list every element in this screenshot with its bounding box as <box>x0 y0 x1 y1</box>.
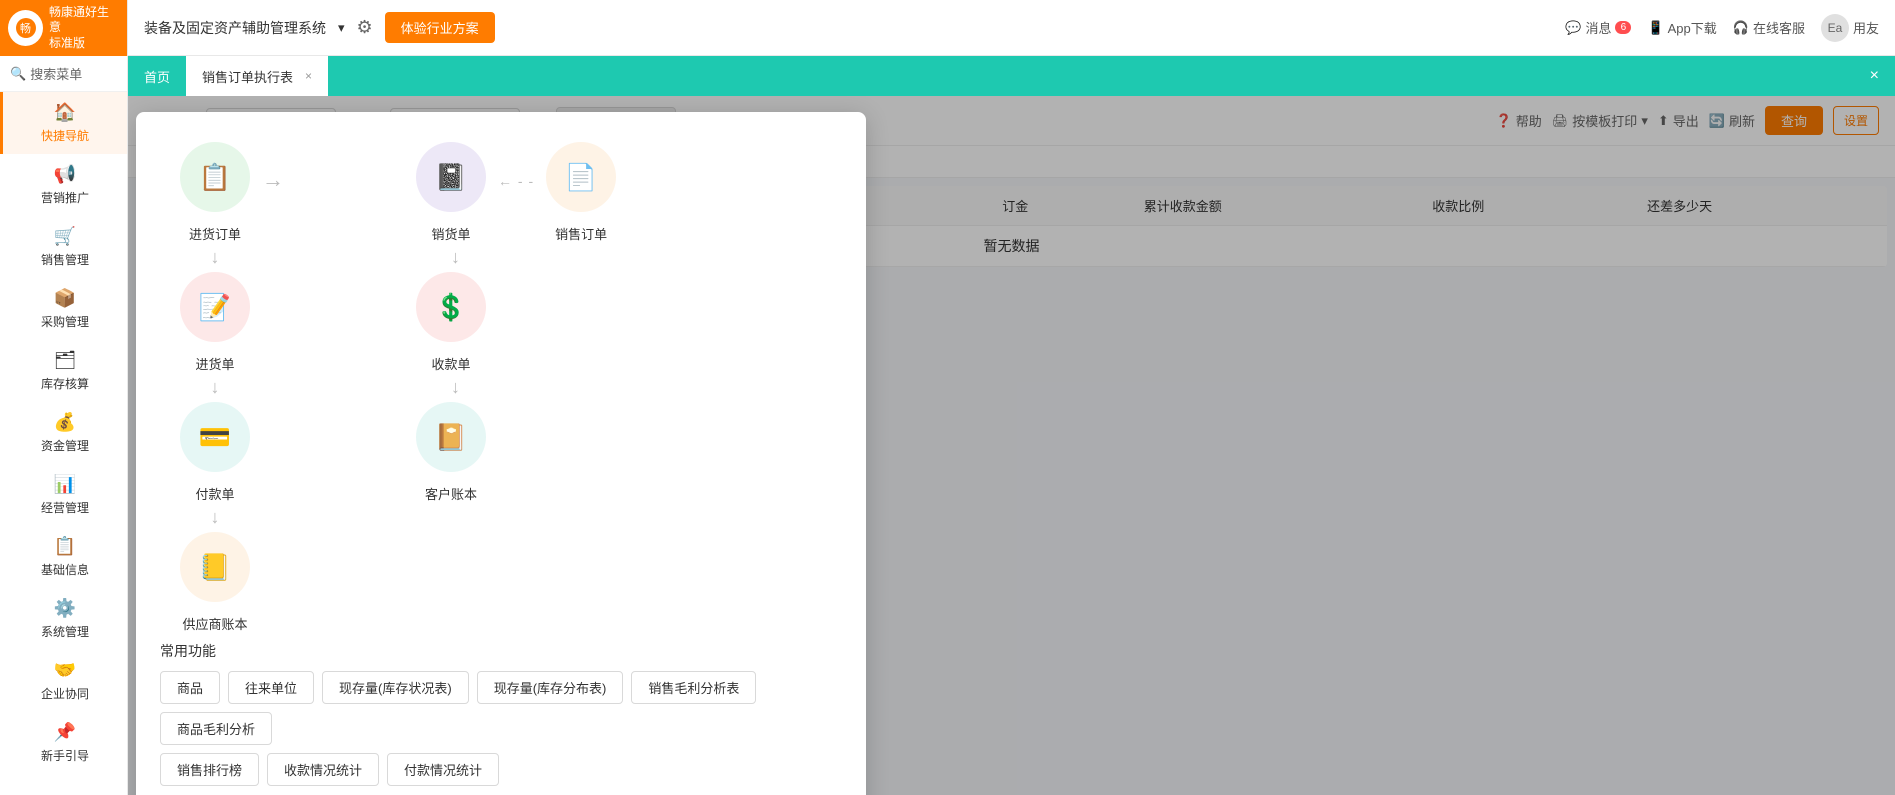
sidebar-item-system[interactable]: ⚙️ 系统管理 <box>0 588 127 650</box>
sidebar-item-cooperation[interactable]: 🤝 企业协同 <box>0 650 127 712</box>
sidebar-search[interactable]: 🔍 搜索菜单 <box>0 56 127 92</box>
flow-node-customer-ledger[interactable]: 📔 客户账本 <box>416 402 486 503</box>
sidebar-item-purchase[interactable]: 📦 采购管理 <box>0 278 127 340</box>
common-functions: 常用功能 商品 往来单位 现存量(库存状况表) 现存量(库存分布表) 销售毛利分… <box>160 641 842 786</box>
sidebar-item-quick-nav[interactable]: 🏠 快捷导航 <box>0 92 127 154</box>
topbar: 装备及固定资产辅助管理系统 ▾ ⚙ 体验行业方案 💬 消息 6 📱 App下载 … <box>128 0 1895 56</box>
tabs-bar: 首页 销售订单执行表 × × <box>128 56 1895 96</box>
tab-close-icon[interactable]: × <box>305 69 312 83</box>
purchase-icon: 📦 <box>54 288 76 309</box>
guide-icon: 📌 <box>54 722 76 743</box>
func-btn-stock-dist[interactable]: 现存量(库存分布表) <box>477 671 624 704</box>
flow-node-purchase-order[interactable]: 📋 进货订单 <box>180 142 250 243</box>
receipt-bill-icon: 💲 <box>416 272 486 342</box>
message-icon: 💬 <box>1565 20 1581 36</box>
sidebar-item-guide[interactable]: 📌 新手引导 <box>0 712 127 774</box>
system-dropdown[interactable]: ▾ <box>338 20 345 36</box>
arrow-down-5: ↓ <box>451 373 460 402</box>
dash-arrow-left: ← - - <box>498 173 534 213</box>
chevron-down-icon: ▾ <box>338 20 345 36</box>
main-content: 装备及固定资产辅助管理系统 ▾ ⚙ 体验行业方案 💬 消息 6 📱 App下载 … <box>128 0 1895 795</box>
flow-node-purchase-bill[interactable]: 📝 进货单 <box>180 272 250 373</box>
system-icon: ⚙️ <box>54 598 76 619</box>
sidebar-logo: 畅 畅康通好生意 标准版 <box>0 0 127 56</box>
sidebar-item-inventory[interactable]: 🗂 库存核算 <box>0 340 127 402</box>
popup-dialog: 📋 进货订单 ↓ 📝 进货单 ↓ <box>136 112 866 795</box>
gear-icon[interactable]: ⚙ <box>357 17 373 38</box>
func-btn-sales-rank[interactable]: 销售排行榜 <box>160 753 259 786</box>
operations-icon: 📊 <box>54 474 76 495</box>
search-icon: 🔍 <box>10 66 26 82</box>
arrow-down-3: ↓ <box>211 503 220 532</box>
basic-info-icon: 📋 <box>54 536 76 557</box>
payment-bill-icon: 💳 <box>180 402 250 472</box>
func-btn-sales-profit[interactable]: 销售毛利分析表 <box>631 671 756 704</box>
sidebar-item-finance[interactable]: 💰 资金管理 <box>0 402 127 464</box>
marketing-icon: 📢 <box>54 164 76 185</box>
purchase-bill-icon: 📝 <box>180 272 250 342</box>
func-btns-row1: 商品 往来单位 现存量(库存状况表) 现存量(库存分布表) 销售毛利分析表 商品… <box>160 671 842 745</box>
tab-home[interactable]: 首页 <box>128 56 186 96</box>
app-download-btn[interactable]: 📱 App下载 <box>1647 18 1716 37</box>
sidebar-item-marketing[interactable]: 📢 营销推广 <box>0 154 127 216</box>
arrow-right-1: → <box>262 142 284 193</box>
experience-btn[interactable]: 体验行业方案 <box>385 12 495 43</box>
message-badge: 6 <box>1615 21 1631 34</box>
func-btn-payment-stats[interactable]: 付款情况统计 <box>387 753 499 786</box>
online-service-btn[interactable]: 🎧 在线客服 <box>1733 18 1805 37</box>
tab-sales-order[interactable]: 销售订单执行表 × <box>186 56 328 96</box>
cooperation-icon: 🤝 <box>54 660 76 681</box>
func-btn-product[interactable]: 商品 <box>160 671 220 704</box>
sidebar-item-operations[interactable]: 📊 经营管理 <box>0 464 127 526</box>
customer-ledger-icon: 📔 <box>416 402 486 472</box>
service-icon: 🎧 <box>1733 20 1749 36</box>
topbar-right: 💬 消息 6 📱 App下载 🎧 在线客服 Ea 用友 <box>1565 14 1879 42</box>
func-btn-product-profit[interactable]: 商品毛利分析 <box>160 712 272 745</box>
logo-icon: 畅 <box>8 10 43 46</box>
func-btns-row2: 销售排行榜 收款情况统计 付款情况统计 <box>160 753 842 786</box>
overlay[interactable]: 📋 进货订单 ↓ 📝 进货单 ↓ <box>128 96 1895 795</box>
sidebar-nav: 🏠 快捷导航 📢 营销推广 🛒 销售管理 📦 采购管理 🗂 库存核算 💰 <box>0 92 127 795</box>
home-icon: 🏠 <box>54 102 76 123</box>
flow-node-sales-order[interactable]: 📄 销售订单 <box>546 142 616 243</box>
common-funcs-title: 常用功能 <box>160 641 842 661</box>
user-btn[interactable]: Ea 用友 <box>1821 14 1879 42</box>
logo-text: 畅康通好生意 标准版 <box>49 5 119 52</box>
avatar: Ea <box>1821 14 1849 42</box>
inventory-icon: 🗂 <box>54 350 77 371</box>
flow-node-payment-bill[interactable]: 💳 付款单 <box>180 402 250 503</box>
flow-node-receipt-bill[interactable]: 💲 收款单 <box>416 272 486 373</box>
sidebar-item-sales[interactable]: 🛒 销售管理 <box>0 216 127 278</box>
download-icon: 📱 <box>1647 20 1663 36</box>
message-btn[interactable]: 💬 消息 6 <box>1565 18 1631 37</box>
sidebar-item-basic-info[interactable]: 📋 基础信息 <box>0 526 127 588</box>
func-btn-stock-status[interactable]: 现存量(库存状况表) <box>322 671 469 704</box>
finance-icon: 💰 <box>54 412 76 433</box>
svg-text:畅: 畅 <box>20 21 31 35</box>
arrow-down-2: ↓ <box>211 373 220 402</box>
sales-order-icon: 📄 <box>546 142 616 212</box>
arrow-down-4: ↓ <box>451 243 460 272</box>
content-area: 单据日期 📅 ~ 📅 单据状态 ❓ 帮助 🖨 按模板打印 <box>128 96 1895 795</box>
func-btn-partner[interactable]: 往来单位 <box>228 671 314 704</box>
flow-node-sales-bill[interactable]: 📓 销货单 <box>416 142 486 243</box>
flow-node-supplier-ledger[interactable]: 📒 供应商账本 <box>180 532 250 633</box>
sidebar: 畅 畅康通好生意 标准版 🔍 搜索菜单 🏠 快捷导航 📢 营销推广 🛒 销售管理 <box>0 0 128 795</box>
sales-bill-icon: 📓 <box>416 142 486 212</box>
func-btn-receipt-stats[interactable]: 收款情况统计 <box>267 753 379 786</box>
purchase-order-icon: 📋 <box>180 142 250 212</box>
sales-icon: 🛒 <box>54 226 76 247</box>
supplier-ledger-icon: 📒 <box>180 532 250 602</box>
system-title: 装备及固定资产辅助管理系统 <box>144 18 326 38</box>
arrow-down-1: ↓ <box>211 243 220 272</box>
tabs-close-all-btn[interactable]: × <box>1854 67 1895 85</box>
